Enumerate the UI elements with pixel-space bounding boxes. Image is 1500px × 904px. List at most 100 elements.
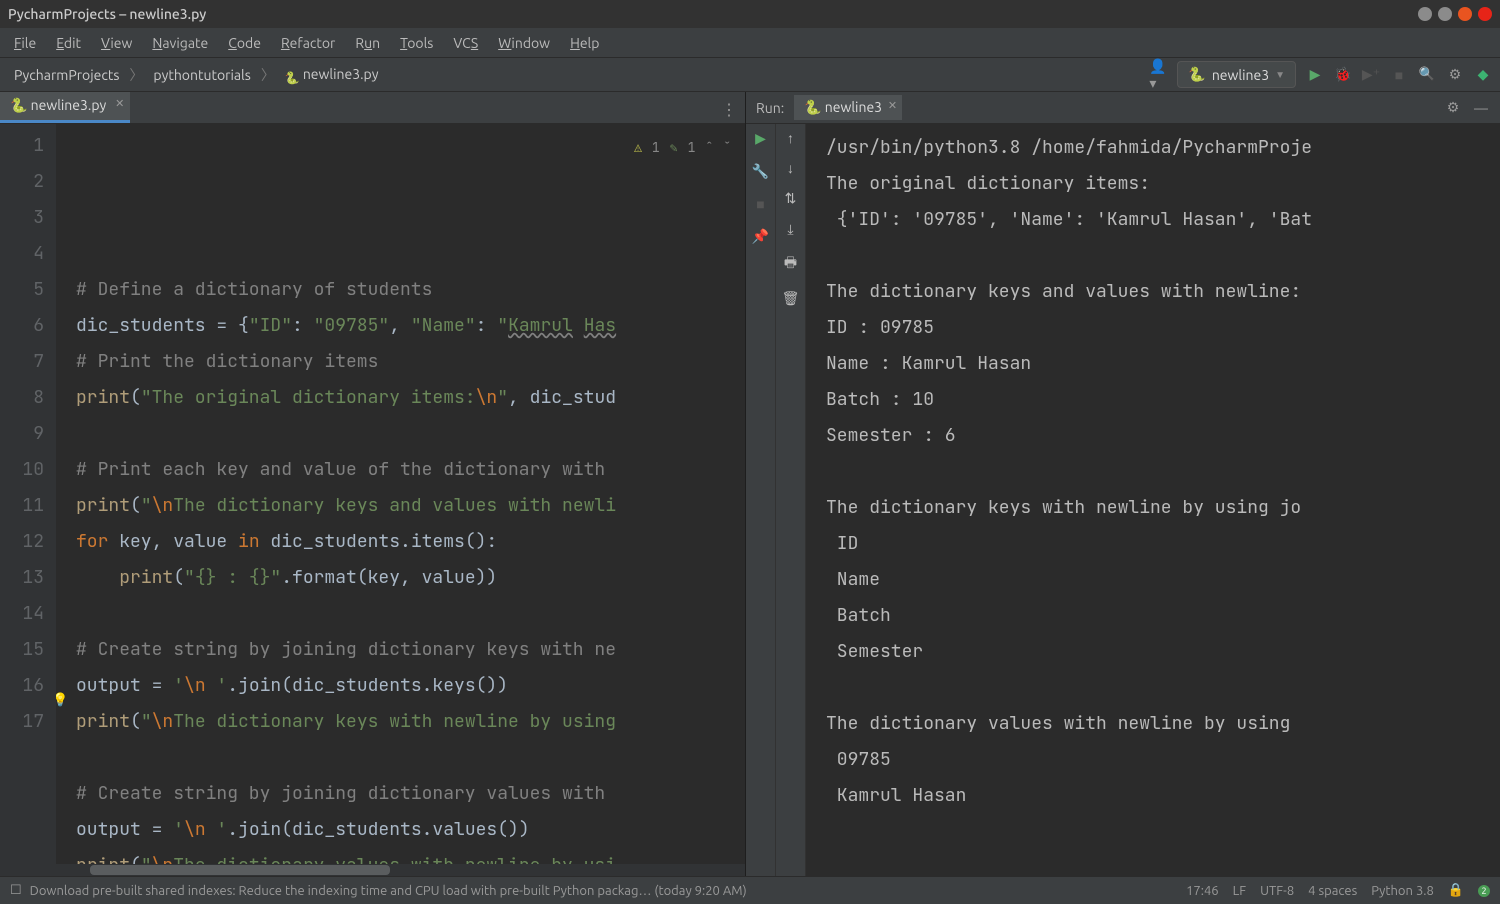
code-line[interactable]: print("\nThe dictionary keys and values … <box>76 488 745 524</box>
warning-count: 1 <box>652 130 660 166</box>
menu-edit[interactable]: Edit <box>48 32 89 54</box>
breadcrumb-sep: 〉 <box>129 65 143 85</box>
code-line[interactable]: output = '\n '.join(dic_students.keys()) <box>76 668 745 704</box>
run-button[interactable]: ▶ <box>1306 66 1324 84</box>
tab-label: newline3.py <box>31 97 107 113</box>
menu-help[interactable]: Help <box>562 32 607 54</box>
code-line[interactable]: print("\nThe dictionary keys with newlin… <box>76 704 745 740</box>
menu-navigate[interactable]: Navigate <box>144 32 216 54</box>
navigation-bar: PycharmProjects 〉 pythontutorials 〉 newl… <box>0 58 1500 92</box>
debug-button[interactable]: 🐞 <box>1334 66 1352 84</box>
tab-more-icon[interactable]: ⋮ <box>721 100 737 119</box>
breadcrumb-root[interactable]: PycharmProjects <box>8 65 125 85</box>
coverage-button[interactable]: ▶⁺ <box>1362 66 1380 84</box>
status-line-sep[interactable]: LF <box>1233 884 1246 898</box>
run-settings-icon[interactable] <box>1444 99 1462 117</box>
code-line[interactable]: # Define a dictionary of students <box>76 272 745 308</box>
intention-bulb-icon[interactable]: 💡 <box>56 682 66 696</box>
breadcrumb-folder[interactable]: pythontutorials <box>147 65 256 85</box>
code-line[interactable]: # Create string by joining dictionary va… <box>76 776 745 812</box>
code-with-me-icon[interactable]: ◆ <box>1474 66 1492 84</box>
window-title: PycharmProjects – newline3.py <box>8 6 206 22</box>
menu-bar: File Edit View Navigate Code Refactor Ru… <box>0 28 1500 58</box>
code-line[interactable] <box>76 740 745 776</box>
window-close-button-2[interactable] <box>1478 7 1492 21</box>
window-maximize-button[interactable] <box>1438 7 1452 21</box>
search-icon[interactable] <box>1418 66 1436 84</box>
breadcrumb-file[interactable]: newline3.py <box>279 64 385 84</box>
run-tool-window: Run: 🐍 newline3 ✕ — ▶ 🔧 ■ 📌 ↑ ↓ ⇅ <box>746 92 1500 876</box>
tool-window-icon[interactable]: ☐ <box>10 883 22 898</box>
run-sidebar-1: ▶ 🔧 ■ 📌 <box>746 124 776 876</box>
warning-icon: ⚠ <box>634 130 642 166</box>
editor-tab-newline3[interactable]: 🐍 newline3.py ✕ <box>0 92 130 123</box>
settings-icon[interactable] <box>1446 66 1464 84</box>
window-minimize-button[interactable] <box>1418 7 1432 21</box>
code-line[interactable]: print("\nThe dictionary values with newl… <box>76 848 745 864</box>
code-line[interactable]: # Print each key and value of the dictio… <box>76 452 745 488</box>
status-indent[interactable]: 4 spaces <box>1308 884 1357 898</box>
code-line[interactable]: # Print the dictionary items <box>76 344 745 380</box>
status-encoding[interactable]: UTF-8 <box>1260 884 1294 898</box>
close-run-tab-icon[interactable]: ✕ <box>888 99 897 112</box>
inspection-widget[interactable]: ⚠1 ✎1 ˆ ˇ <box>634 130 731 166</box>
menu-tools[interactable]: Tools <box>392 32 441 54</box>
window-close-button[interactable] <box>1458 7 1472 21</box>
menu-refactor[interactable]: Refactor <box>273 32 343 54</box>
code-line[interactable]: output = '\n '.join(dic_students.values(… <box>76 812 745 848</box>
console-output[interactable]: /usr/bin/python3.8 /home/fahmida/Pycharm… <box>806 124 1500 876</box>
menu-code[interactable]: Code <box>220 32 269 54</box>
menu-file[interactable]: File <box>6 32 44 54</box>
status-right: 17:46 LF UTF-8 4 spaces Python 3.8 🔒 2 <box>1186 883 1490 898</box>
code-line[interactable]: dic_students = {"ID": "09785", "Name": "… <box>76 308 745 344</box>
pin-icon[interactable]: 📌 <box>752 228 769 245</box>
code-line[interactable] <box>76 416 745 452</box>
window-title-bar: PycharmProjects – newline3.py <box>0 0 1500 28</box>
up-icon[interactable]: ↑ <box>787 130 794 146</box>
menu-vcs[interactable]: VCS <box>445 32 486 54</box>
stop-icon[interactable]: ■ <box>756 196 764 212</box>
soft-wrap-icon[interactable]: ⇅ <box>785 190 797 207</box>
python-file-icon <box>285 69 299 83</box>
chevron-up-icon[interactable]: ˆ <box>705 130 713 166</box>
run-body: ▶ 🔧 ■ 📌 ↑ ↓ ⇅ ⤓ 🖶 🗑 /usr/bin/python3.8 /… <box>746 124 1500 876</box>
run-configuration-selector[interactable]: 🐍 newline3 ▼ <box>1177 61 1296 88</box>
run-sidebar-2: ↑ ↓ ⇅ ⤓ 🖶 🗑 <box>776 124 806 876</box>
lock-icon[interactable]: 🔒 <box>1448 883 1464 898</box>
editor-pane: 🐍 newline3.py ✕ ⋮ 1234567891011121314151… <box>0 92 746 876</box>
run-tab[interactable]: 🐍 newline3 ✕ <box>794 95 902 120</box>
code-line[interactable] <box>76 596 745 632</box>
scroll-to-end-icon[interactable]: ⤓ <box>787 221 793 238</box>
wrench-icon[interactable]: 🔧 <box>752 163 769 180</box>
code-line[interactable]: # Create string by joining dictionary ke… <box>76 632 745 668</box>
line-number-gutter: 1234567891011121314151617 <box>0 124 56 864</box>
toolbar-actions: 👤▾ 🐍 newline3 ▼ ▶ 🐞 ▶⁺ ■ ◆ <box>1149 61 1492 88</box>
code-line[interactable]: print("{} : {}".format(key, value)) <box>76 560 745 596</box>
breadcrumb-sep: 〉 <box>261 65 275 85</box>
notifications-badge[interactable]: 2 <box>1478 885 1490 897</box>
stop-button[interactable]: ■ <box>1390 66 1408 84</box>
code-editor[interactable]: ⚠1 ✎1 ˆ ˇ 💡 # Define a dictionary of stu… <box>56 124 745 864</box>
editor-horizontal-scrollbar[interactable] <box>0 864 745 876</box>
status-interpreter[interactable]: Python 3.8 <box>1371 884 1434 898</box>
rerun-button[interactable]: ▶ <box>755 130 766 147</box>
run-header: Run: 🐍 newline3 ✕ — <box>746 92 1500 124</box>
code-line[interactable]: for key, value in dic_students.items(): <box>76 524 745 560</box>
trash-icon[interactable]: 🗑 <box>782 290 800 307</box>
scrollbar-thumb[interactable] <box>90 865 390 875</box>
hide-icon[interactable]: — <box>1472 99 1490 117</box>
menu-window[interactable]: Window <box>490 32 558 54</box>
status-left: ☐ Download pre-built shared indexes: Red… <box>10 883 747 898</box>
run-config-name: newline3 <box>1212 67 1269 83</box>
menu-run[interactable]: Run <box>347 32 388 54</box>
close-tab-icon[interactable]: ✕ <box>115 97 124 110</box>
menu-view[interactable]: View <box>93 32 140 54</box>
down-icon[interactable]: ↓ <box>787 160 794 176</box>
chevron-down-icon[interactable]: ˇ <box>723 130 731 166</box>
status-message[interactable]: Download pre-built shared indexes: Reduc… <box>30 884 747 898</box>
code-line[interactable]: print("The original dictionary items:\n"… <box>76 380 745 416</box>
code-area: 1234567891011121314151617 ⚠1 ✎1 ˆ ˇ 💡 # … <box>0 124 745 864</box>
print-icon[interactable]: 🖶 <box>784 252 797 276</box>
status-time: 17:46 <box>1186 884 1219 898</box>
user-icon[interactable]: 👤▾ <box>1149 66 1167 84</box>
